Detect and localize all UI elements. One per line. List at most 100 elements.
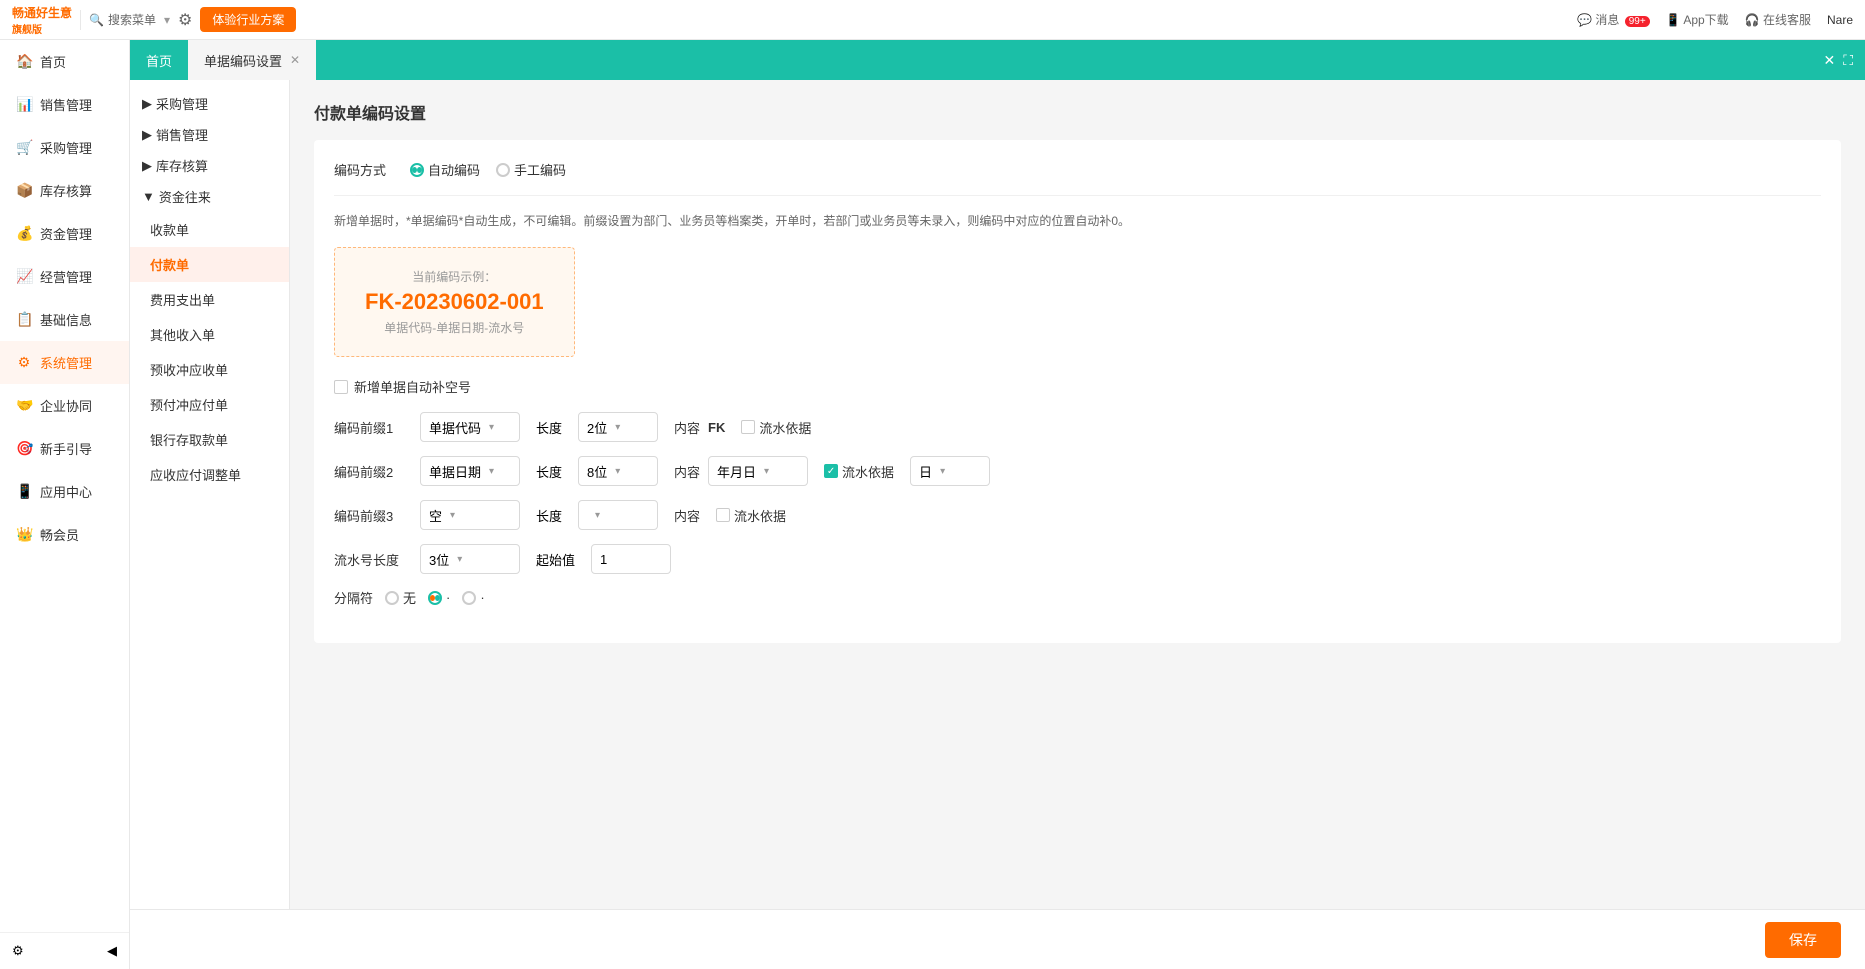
sidebar-item-finance[interactable]: 💰 资金管理 [0, 212, 129, 255]
content2-group: 内容 年月日 ▾ [674, 456, 808, 486]
nav-item-prepay-receivable[interactable]: 预收冲应收单 [130, 352, 289, 387]
serial-length-label: 流水号长度 [334, 550, 404, 569]
settings-bottom-icon[interactable]: ⚙ [12, 943, 24, 959]
prefix3-label: 编码前缀3 [334, 506, 404, 525]
chevron-down-icon: ▾ [489, 422, 494, 433]
dropdown-arrow[interactable]: ▾ [164, 13, 170, 27]
sidebar-item-home[interactable]: 🏠 首页 [0, 40, 129, 83]
minimize-icon[interactable]: ✕ [1823, 52, 1835, 69]
radio-auto[interactable]: 自动编码 [410, 160, 480, 179]
inventory-icon: 📦 [16, 182, 32, 199]
finance-icon: 💰 [16, 225, 32, 242]
app-logo: 畅通好生意 旗舰版 [12, 4, 72, 36]
main-content: 付款单编码设置 编码方式 自动编码 [290, 80, 1865, 909]
maximize-icon[interactable]: ⛶ [1843, 52, 1853, 69]
length1-label: 长度 [536, 418, 562, 437]
member-icon: 👑 [16, 526, 32, 543]
prefix2-select[interactable]: 单据日期 ▾ [420, 456, 520, 486]
tab-home[interactable]: 首页 [130, 40, 188, 80]
chevron-down-icon: ▾ [450, 510, 455, 521]
auto-fill-label: 新增单据自动补空号 [354, 377, 471, 396]
content2-select[interactable]: 年月日 ▾ [708, 456, 808, 486]
radio-auto-dot [410, 163, 424, 177]
nav-item-bank[interactable]: 银行存取款单 [130, 422, 289, 457]
prefix2-label: 编码前缀2 [334, 462, 404, 481]
stream1-checkbox[interactable] [741, 420, 755, 434]
bottom-bar: 保存 [130, 909, 1865, 969]
nav-item-receipt[interactable]: 收款单 [130, 212, 289, 247]
nav-group-inventory[interactable]: ▶ 库存核算 [130, 150, 289, 181]
prefix1-select[interactable]: 单据代码 ▾ [420, 412, 520, 442]
chevron-down-icon: ▼ [142, 189, 155, 204]
sidebar-item-operation[interactable]: 📈 经营管理 [0, 255, 129, 298]
length3-select[interactable]: ▾ [578, 500, 658, 530]
length3-label: 长度 [536, 506, 562, 525]
auto-fill-checkbox[interactable] [334, 380, 348, 394]
separator-dot1[interactable]: · [428, 590, 450, 605]
tab-bar: 首页 单据编码设置 ✕ ✕ ⛶ [130, 40, 1865, 80]
search-menu[interactable]: 🔍 搜索菜单 [89, 11, 156, 28]
nav-group-purchase[interactable]: ▶ 采购管理 [130, 88, 289, 119]
prefix3-select[interactable]: 空 ▾ [420, 500, 520, 530]
chevron-right-icon: ▶ [142, 158, 152, 174]
sidebar-item-basic[interactable]: 📋 基础信息 [0, 298, 129, 341]
prefix1-label: 编码前缀1 [334, 418, 404, 437]
collapse-icon[interactable]: ◀ [107, 943, 117, 959]
app-download-btn[interactable]: 📱 App下载 [1666, 11, 1729, 28]
radio-group: 自动编码 手工编码 [410, 160, 566, 179]
sidebar-item-purchase[interactable]: 🛒 采购管理 [0, 126, 129, 169]
message-btn[interactable]: 💬 消息 99+ [1577, 11, 1650, 28]
nav-item-payment[interactable]: 付款单 [130, 247, 289, 282]
content3-group: 内容 [674, 506, 700, 525]
stream1-check[interactable]: 流水依据 [741, 418, 811, 437]
nav-group-capital[interactable]: ▼ 资金往来 [130, 181, 289, 212]
online-service-btn[interactable]: 🎧 在线客服 [1745, 11, 1811, 28]
stream2-checkbox[interactable]: ✓ [824, 464, 838, 478]
settings-icon[interactable]: ⚙ [178, 10, 192, 30]
stream2-unit-select[interactable]: 日 ▾ [910, 456, 990, 486]
nav-item-prepay-payable[interactable]: 预付冲应付单 [130, 387, 289, 422]
sidebar-item-enterprise[interactable]: 🤝 企业协同 [0, 384, 129, 427]
stream3-check[interactable]: 流水依据 [716, 506, 786, 525]
start-value-input[interactable]: 1 [591, 544, 671, 574]
length2-select[interactable]: 8位 ▾ [578, 456, 658, 486]
stream2-check[interactable]: ✓ 流水依据 [824, 462, 894, 481]
chevron-down-icon: ▾ [615, 466, 620, 477]
save-button[interactable]: 保存 [1765, 922, 1841, 958]
tab-encode-settings[interactable]: 单据编码设置 ✕ [188, 40, 316, 80]
search-icon: 🔍 [89, 13, 104, 27]
content1-group: 内容 FK [674, 418, 725, 437]
serial-length-select[interactable]: 3位 ▾ [420, 544, 520, 574]
separator-none[interactable]: 无 [385, 588, 416, 607]
system-icon: ⚙ [16, 354, 32, 371]
nav-item-other-income[interactable]: 其他收入单 [130, 317, 289, 352]
sidebar-item-member[interactable]: 👑 畅会员 [0, 513, 129, 556]
nav-item-adjust[interactable]: 应收应付调整单 [130, 457, 289, 492]
chevron-down-icon: ▾ [764, 466, 769, 477]
user-name[interactable]: Nare [1827, 13, 1853, 27]
separator-dot2[interactable]: · [462, 590, 484, 605]
sidebar-item-inventory[interactable]: 📦 库存核算 [0, 169, 129, 212]
length2-label: 长度 [536, 462, 562, 481]
info-text: 新增单据时，*单据编码*自动生成，不可编辑。前缀设置为部门、业务员等档案类，开单… [334, 212, 1821, 231]
nav-item-expense[interactable]: 费用支出单 [130, 282, 289, 317]
main-layout: 🏠 首页 📊 销售管理 🛒 采购管理 📦 库存核算 💰 资金管理 📈 经营管理 … [0, 40, 1865, 969]
sidebar-item-apps[interactable]: 📱 应用中心 [0, 470, 129, 513]
encoding-method-label: 编码方式 [334, 160, 386, 179]
content-area: ▶ 采购管理 ▶ 销售管理 ▶ 库存核算 ▼ 资金往来 收款单 付款单 费用支出… [130, 80, 1865, 909]
sidebar-item-system[interactable]: ⚙ 系统管理 [0, 341, 129, 384]
stream3-checkbox[interactable] [716, 508, 730, 522]
preview-code: FK-20230602-001 [365, 289, 544, 315]
nav-group-sales[interactable]: ▶ 销售管理 [130, 119, 289, 150]
serial-row: 流水号长度 3位 ▾ 起始值 1 [334, 544, 1821, 574]
length1-select[interactable]: 2位 ▾ [578, 412, 658, 442]
radio-dot2-dot [462, 591, 476, 605]
radio-manual[interactable]: 手工编码 [496, 160, 566, 179]
industry-btn[interactable]: 体验行业方案 [200, 7, 296, 32]
home-icon: 🏠 [16, 53, 32, 70]
start-value-label: 起始值 [536, 550, 575, 569]
basic-icon: 📋 [16, 311, 32, 328]
sidebar-item-sales[interactable]: 📊 销售管理 [0, 83, 129, 126]
tab-close-btn[interactable]: ✕ [290, 53, 300, 67]
sidebar-item-guide[interactable]: 🎯 新手引导 [0, 427, 129, 470]
